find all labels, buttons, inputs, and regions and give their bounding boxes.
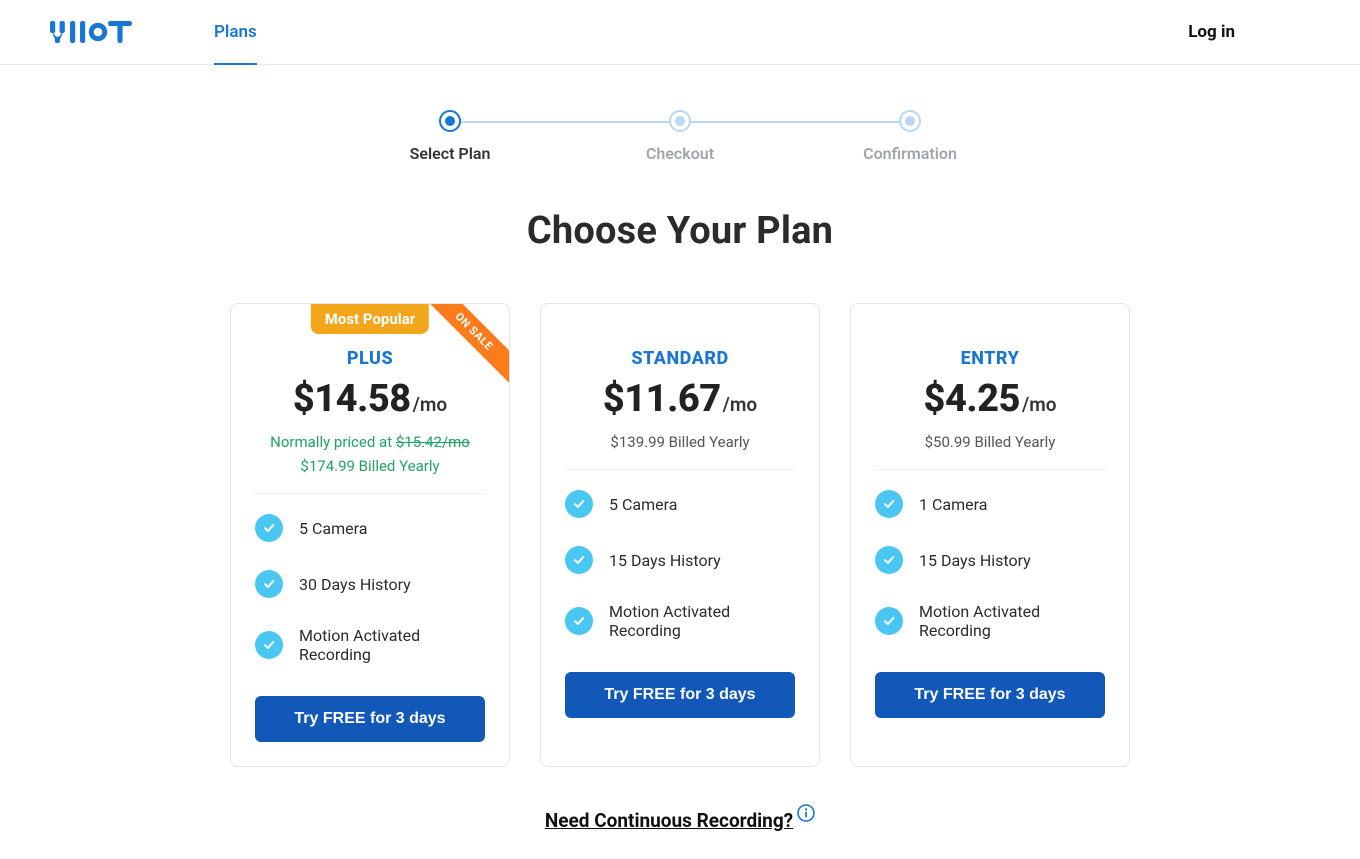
plan-billed: $174.99 Billed Yearly [255,457,485,475]
stepper-line [690,121,900,123]
list-item: Motion Activated Recording [875,602,1105,640]
ribbon-on-sale: ON SALE [429,304,509,384]
plan-price: $4.25 /mo [875,377,1105,421]
try-free-button[interactable]: Try FREE for 3 days [255,696,485,742]
plan-price-amount: $14.58 [293,377,411,421]
check-icon [255,570,283,598]
stepper-label: Checkout [646,144,714,163]
stepper-dot-icon [439,110,461,132]
plan-billed: $139.99 Billed Yearly [565,433,795,451]
check-icon [875,607,903,635]
feature-text: 5 Camera [609,495,677,514]
list-item: 30 Days History [255,570,485,598]
check-icon [875,546,903,574]
plan-price-period: /mo [723,393,757,416]
feature-text: Motion Activated Recording [299,626,485,664]
try-free-button[interactable]: Try FREE for 3 days [875,672,1105,718]
nav-tab-plans[interactable]: Plans [214,0,257,64]
plan-price-period: /mo [413,393,447,416]
try-free-button[interactable]: Try FREE for 3 days [565,672,795,718]
plan-card-plus: Most Popular ON SALE PLUS $14.58 /mo Nor… [230,303,510,767]
stepper-line [460,121,670,123]
check-icon [255,514,283,542]
list-item: 15 Days History [875,546,1105,574]
plan-name: STANDARD [565,348,795,369]
plan-price: $11.67 /mo [565,377,795,421]
check-icon [875,490,903,518]
try-free-button-label: Try FREE for 3 days [914,686,1065,703]
plan-price-amount: $4.25 [924,377,1020,421]
try-free-button-label: Try FREE for 3 days [294,710,445,727]
progress-stepper: Select Plan Checkout Confirmation [370,110,990,163]
stepper-label: Confirmation [863,144,957,163]
nav-tab-plans-label: Plans [214,22,257,42]
plan-price-amount: $11.67 [603,377,721,421]
feature-text: 15 Days History [609,551,721,570]
check-icon [565,607,593,635]
plan-features: 5 Camera 30 Days History Motion Activate… [255,514,485,664]
page-title: Choose Your Plan [0,209,1360,253]
card-divider [875,469,1105,470]
list-item: Motion Activated Recording [565,602,795,640]
try-free-button-label: Try FREE for 3 days [604,686,755,703]
stepper-step-confirmation: Confirmation [830,110,990,163]
plan-features: 1 Camera 15 Days History Motion Activate… [875,490,1105,640]
list-item: 5 Camera [255,514,485,542]
plan-name: PLUS [255,348,485,369]
plan-card-entry: ENTRY $4.25 /mo $50.99 Billed Yearly 1 C… [850,303,1130,767]
feature-text: 5 Camera [299,519,367,538]
plan-normal-price: Normally priced at $15.42/mo [255,433,485,451]
check-icon [565,490,593,518]
card-divider [255,493,485,494]
stepper-step-checkout: Checkout [600,110,760,163]
plan-name: ENTRY [875,348,1105,369]
plan-billed: $50.99 Billed Yearly [875,433,1105,451]
feature-text: Motion Activated Recording [609,602,795,640]
list-item: 15 Days History [565,546,795,574]
list-item: 5 Camera [565,490,795,518]
stepper-dot-icon [669,110,691,132]
info-icon[interactable] [797,804,815,822]
plan-normal-strike: $15.42/mo [396,433,470,451]
stepper-label: Select Plan [410,144,491,163]
top-nav: Plans Log in [0,0,1360,65]
plan-normal-prefix: Normally priced at [270,433,396,451]
login-link-label: Log in [1188,22,1235,42]
plan-price: $14.58 /mo [255,377,485,421]
continuous-recording-row: Need Continuous Recording? [0,809,1360,832]
ribbon-on-sale-label: ON SALE [429,304,509,384]
list-item: Motion Activated Recording [255,626,485,664]
plan-cards-row: Most Popular ON SALE PLUS $14.58 /mo Nor… [230,303,1130,767]
stepper-step-select-plan: Select Plan [370,110,530,163]
badge-most-popular: Most Popular [311,304,429,334]
feature-text: Motion Activated Recording [919,602,1105,640]
check-icon [565,546,593,574]
brand-logo[interactable] [50,19,134,45]
continuous-recording-link[interactable]: Need Continuous Recording? [545,809,793,832]
list-item: 1 Camera [875,490,1105,518]
feature-text: 30 Days History [299,575,411,594]
plan-price-period: /mo [1022,393,1056,416]
feature-text: 1 Camera [919,495,987,514]
feature-text: 15 Days History [919,551,1031,570]
login-link[interactable]: Log in [1188,22,1235,42]
plan-features: 5 Camera 15 Days History Motion Activate… [565,490,795,640]
check-icon [255,631,283,659]
card-divider [565,469,795,470]
plan-card-standard: STANDARD $11.67 /mo $139.99 Billed Yearl… [540,303,820,767]
stepper-dot-icon [899,110,921,132]
